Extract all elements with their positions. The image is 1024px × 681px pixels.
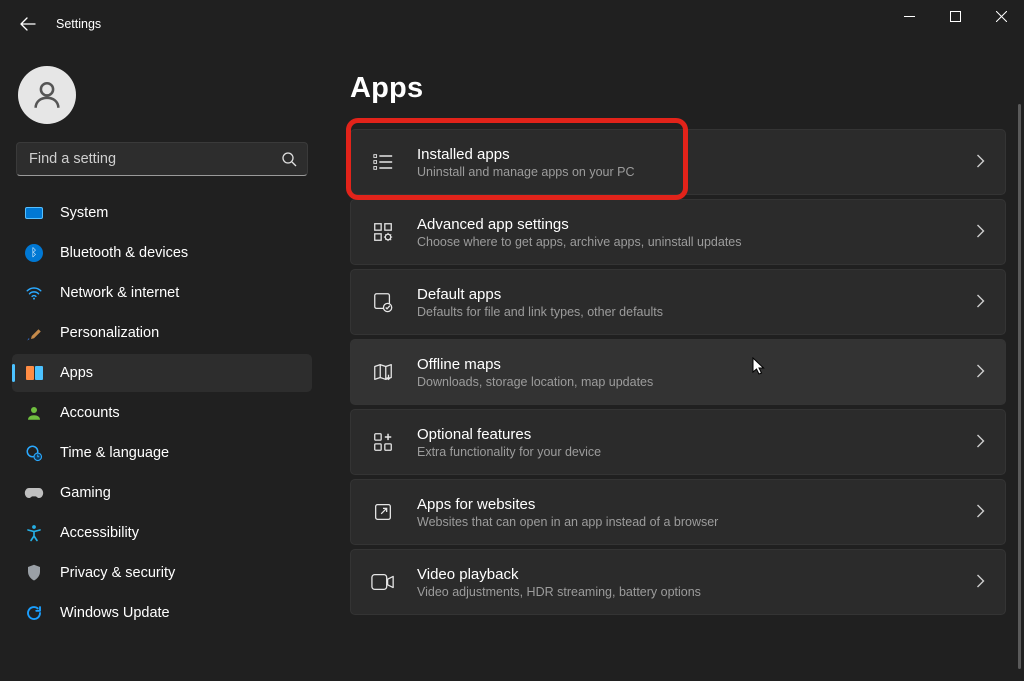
update-icon: [24, 603, 44, 623]
card-title: Default apps: [417, 286, 956, 303]
page-title: Apps: [350, 72, 1006, 105]
sidebar: System ᛒ Bluetooth & devices Network & i…: [0, 48, 320, 681]
card-title: Video playback: [417, 566, 956, 583]
accessibility-icon: [24, 523, 44, 543]
card-title: Offline maps: [417, 356, 956, 373]
sidebar-item-label: Gaming: [60, 485, 111, 501]
system-icon: [24, 203, 44, 223]
list-icon: [369, 148, 397, 176]
sidebar-item-label: Privacy & security: [60, 565, 175, 581]
content-area: Apps Installed apps Uninstall and manage…: [320, 48, 1024, 681]
chevron-right-icon: [976, 364, 985, 381]
sidebar-item-system[interactable]: System: [12, 194, 312, 232]
sidebar-item-gaming[interactable]: Gaming: [12, 474, 312, 512]
sidebar-nav: System ᛒ Bluetooth & devices Network & i…: [12, 190, 312, 632]
sidebar-item-label: Apps: [60, 365, 93, 381]
vertical-scrollbar[interactable]: [1018, 104, 1021, 669]
video-icon: [369, 568, 397, 596]
sidebar-item-privacy[interactable]: Privacy & security: [12, 554, 312, 592]
map-icon: [369, 358, 397, 386]
person-icon: [30, 78, 64, 112]
sidebar-item-label: Personalization: [60, 325, 159, 341]
sidebar-item-bluetooth[interactable]: ᛒ Bluetooth & devices: [12, 234, 312, 272]
default-apps-icon: [369, 288, 397, 316]
sidebar-item-label: Network & internet: [60, 285, 179, 301]
globe-clock-icon: [24, 443, 44, 463]
sidebar-item-update[interactable]: Windows Update: [12, 594, 312, 632]
settings-cards: Installed apps Uninstall and manage apps…: [350, 129, 1006, 615]
card-offline-maps[interactable]: Offline maps Downloads, storage location…: [350, 339, 1006, 405]
window-controls: [886, 0, 1024, 32]
close-button[interactable]: [978, 0, 1024, 32]
card-subtitle: Extra functionality for your device: [417, 445, 956, 459]
chevron-right-icon: [976, 224, 985, 241]
avatar: [18, 66, 76, 124]
optional-features-icon: [369, 428, 397, 456]
card-subtitle: Downloads, storage location, map updates: [417, 375, 956, 389]
chevron-right-icon: [976, 434, 985, 451]
card-subtitle: Uninstall and manage apps on your PC: [417, 165, 956, 179]
chevron-right-icon: [976, 504, 985, 521]
maximize-button[interactable]: [932, 0, 978, 32]
wifi-icon: [24, 283, 44, 303]
sidebar-item-personalization[interactable]: Personalization: [12, 314, 312, 352]
close-icon: [996, 11, 1007, 22]
chevron-right-icon: [976, 154, 985, 171]
card-optional-features[interactable]: Optional features Extra functionality fo…: [350, 409, 1006, 475]
paintbrush-icon: [24, 323, 44, 343]
sidebar-item-label: Accessibility: [60, 525, 139, 541]
card-video-playback[interactable]: Video playback Video adjustments, HDR st…: [350, 549, 1006, 615]
window-title: Settings: [56, 17, 101, 31]
sidebar-item-label: Bluetooth & devices: [60, 245, 188, 261]
back-button[interactable]: [18, 14, 38, 34]
card-advanced-settings[interactable]: Advanced app settings Choose where to ge…: [350, 199, 1006, 265]
card-subtitle: Choose where to get apps, archive apps, …: [417, 235, 956, 249]
sidebar-item-label: Time & language: [60, 445, 169, 461]
card-subtitle: Video adjustments, HDR streaming, batter…: [417, 585, 956, 599]
chevron-right-icon: [976, 294, 985, 311]
search-input[interactable]: [29, 151, 281, 167]
minimize-icon: [904, 11, 915, 22]
sidebar-item-accounts[interactable]: Accounts: [12, 394, 312, 432]
gamepad-icon: [24, 483, 44, 503]
chevron-right-icon: [976, 574, 985, 591]
card-installed-apps[interactable]: Installed apps Uninstall and manage apps…: [350, 129, 1006, 195]
shield-icon: [24, 563, 44, 583]
minimize-button[interactable]: [886, 0, 932, 32]
sidebar-item-apps[interactable]: Apps: [12, 354, 312, 392]
sidebar-item-accessibility[interactable]: Accessibility: [12, 514, 312, 552]
maximize-icon: [950, 11, 961, 22]
sidebar-item-label: System: [60, 205, 108, 221]
card-apps-for-websites[interactable]: Apps for websites Websites that can open…: [350, 479, 1006, 545]
user-block[interactable]: [12, 60, 312, 142]
card-default-apps[interactable]: Default apps Defaults for file and link …: [350, 269, 1006, 335]
bluetooth-icon: ᛒ: [24, 243, 44, 263]
gear-apps-icon: [369, 218, 397, 246]
sidebar-item-label: Accounts: [60, 405, 120, 421]
card-subtitle: Websites that can open in an app instead…: [417, 515, 956, 529]
search-box[interactable]: [16, 142, 308, 176]
card-title: Apps for websites: [417, 496, 956, 513]
card-title: Installed apps: [417, 146, 956, 163]
accounts-icon: [24, 403, 44, 423]
arrow-left-icon: [20, 16, 36, 32]
apps-icon: [24, 363, 44, 383]
search-icon: [281, 151, 297, 167]
sidebar-item-time[interactable]: Time & language: [12, 434, 312, 472]
open-external-icon: [369, 498, 397, 526]
sidebar-item-label: Windows Update: [60, 605, 170, 621]
titlebar: Settings: [0, 0, 1024, 48]
card-subtitle: Defaults for file and link types, other …: [417, 305, 956, 319]
card-title: Advanced app settings: [417, 216, 956, 233]
card-title: Optional features: [417, 426, 956, 443]
sidebar-item-network[interactable]: Network & internet: [12, 274, 312, 312]
